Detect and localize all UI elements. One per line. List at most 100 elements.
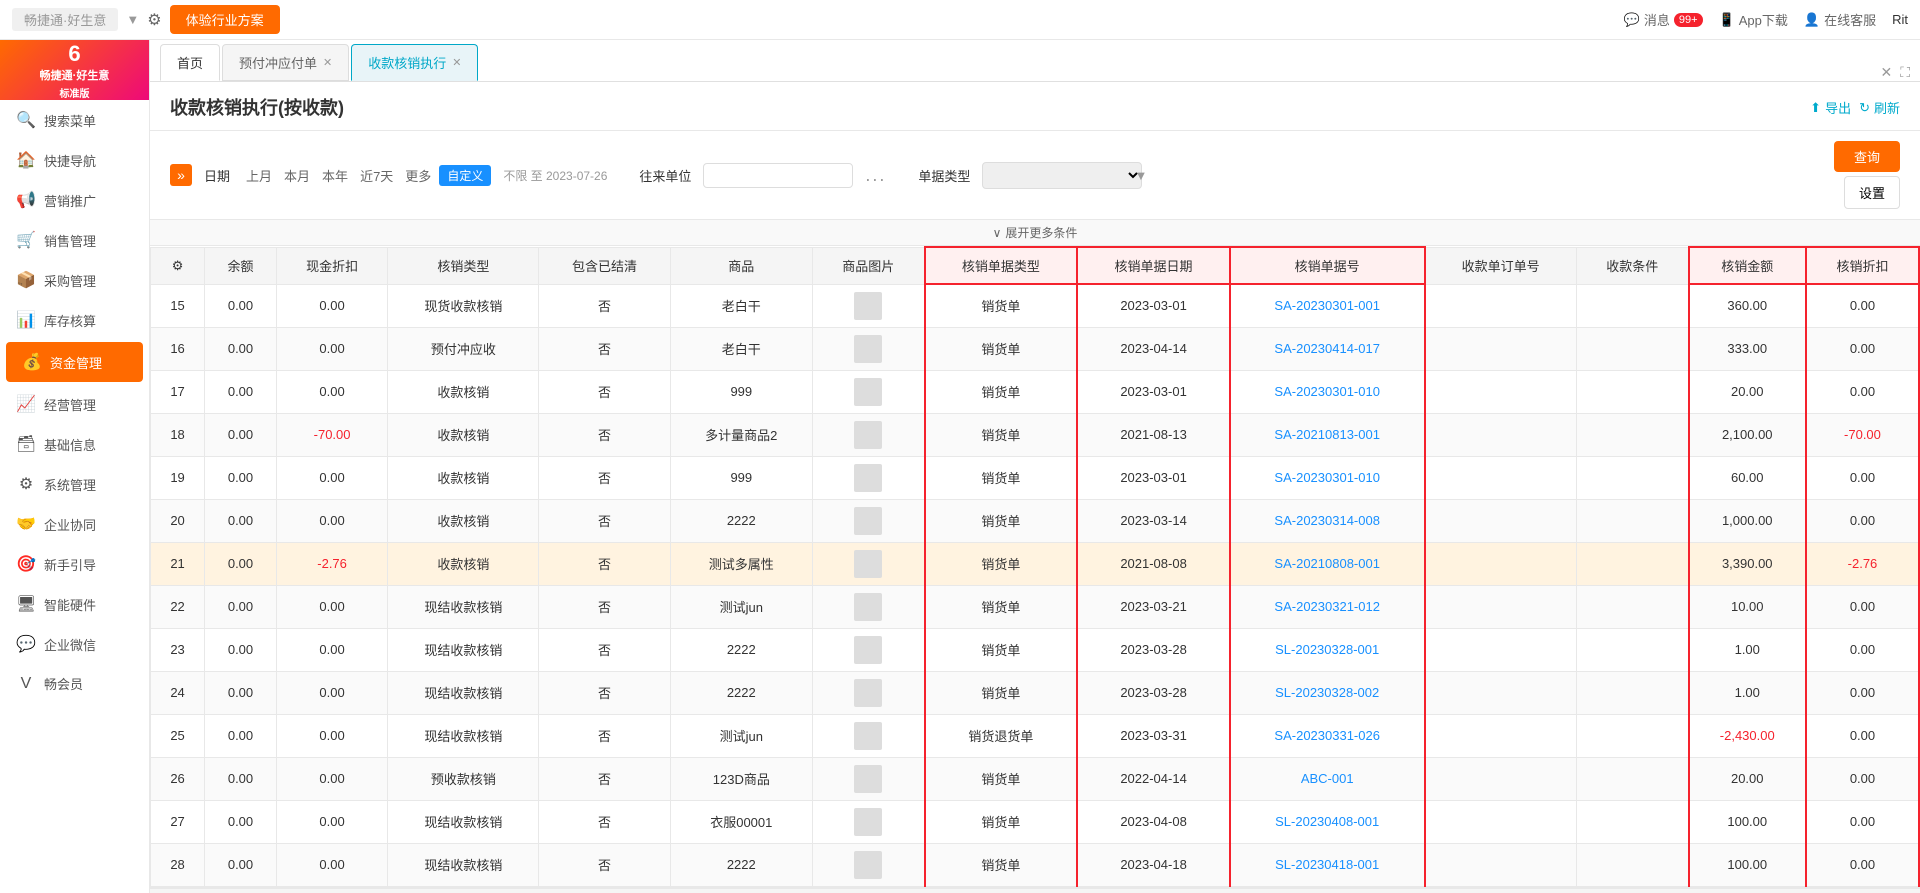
expand-more-btn[interactable]: ∨ 展开更多条件 [993, 224, 1078, 241]
cell-no: 19 [151, 456, 205, 499]
bill-no-link[interactable]: SA-20230321-012 [1274, 599, 1380, 614]
col-gear[interactable]: ⚙ [151, 247, 205, 284]
cell-include-settled: 否 [539, 413, 670, 456]
page-header: 收款核销执行(按收款) ⬆ 导出 ↻ 刷新 [150, 82, 1920, 131]
sidebar-item-marketing[interactable]: 📢 营销推广 [0, 180, 149, 220]
dropdown-icon[interactable]: ▼ [126, 12, 139, 27]
sidebar-label-coop: 企业协同 [44, 515, 96, 534]
sidebar-item-sales[interactable]: 🛒 销售管理 [0, 220, 149, 260]
sidebar-item-vip[interactable]: V 畅会员 [0, 664, 149, 703]
sidebar-item-finance[interactable]: 💰 资金管理 [6, 342, 143, 382]
cell-balance: 0.00 [205, 800, 277, 843]
cell-cash-discount: 0.00 [276, 499, 387, 542]
online-service-btn[interactable]: 👤 在线客服 [1804, 10, 1876, 29]
cell-receipt-cond [1576, 843, 1688, 886]
cell-include-settled: 否 [539, 843, 670, 886]
export-btn[interactable]: ⬆ 导出 [1810, 98, 1851, 117]
bill-no-link[interactable]: SA-20230301-010 [1274, 384, 1380, 399]
bill-no-link[interactable]: SA-20230414-017 [1274, 341, 1380, 356]
cell-bill-date: 2022-04-14 [1077, 757, 1230, 800]
bill-no-link[interactable]: SA-20230331-026 [1274, 728, 1380, 743]
cell-bill-date: 2023-04-14 [1077, 327, 1230, 370]
sidebar-item-system[interactable]: ⚙ 系统管理 [0, 464, 149, 504]
tab-receipt[interactable]: 收款核销执行 ✕ [351, 44, 478, 81]
bill-no-link[interactable]: ABC-001 [1301, 771, 1354, 786]
bill-type-select[interactable] [982, 162, 1142, 189]
date-btn-more[interactable]: 更多 [401, 164, 435, 187]
bill-no-link[interactable]: SL-20230418-001 [1275, 857, 1379, 872]
cell-goods-img [812, 284, 924, 327]
sidebar-item-inventory[interactable]: 📊 库存核算 [0, 300, 149, 340]
tab-prepay-close[interactable]: ✕ [323, 56, 332, 69]
col-receipt-cond: 收款条件 [1576, 247, 1688, 284]
date-btn-this-year[interactable]: 本年 [318, 164, 352, 187]
cell-goods-img [812, 671, 924, 714]
bill-no-link[interactable]: SA-20210808-001 [1274, 556, 1380, 571]
cell-no: 21 [151, 542, 205, 585]
cell-receipt-order [1425, 628, 1577, 671]
col-verify-amount: 核销金额 [1689, 247, 1806, 284]
tab-prepay[interactable]: 预付冲应付单 ✕ [222, 44, 349, 81]
date-btn-this-month[interactable]: 本月 [280, 164, 314, 187]
table-row: 21 0.00 -2.76 收款核销 否 测试多属性 销货单 2021-08-0… [151, 542, 1920, 585]
cell-verify-amount: 10.00 [1689, 585, 1806, 628]
settings-icon[interactable]: ⚙ [147, 10, 161, 30]
cell-receipt-order [1425, 585, 1577, 628]
sidebar-item-nav[interactable]: 🏠 快捷导航 [0, 140, 149, 180]
page-title: 收款核销执行(按收款) [170, 94, 344, 120]
bill-no-link[interactable]: SA-20230314-008 [1274, 513, 1380, 528]
sidebar-item-purchase[interactable]: 📦 采购管理 [0, 260, 149, 300]
table-container[interactable]: ⚙ 余额 现金折扣 核销类型 包含已结清 商品 商品图片 核销单据类型 核销单据… [150, 246, 1920, 893]
bill-no-link[interactable]: SA-20230301-001 [1274, 298, 1380, 313]
cell-balance: 0.00 [205, 628, 277, 671]
cell-cash-discount: 0.00 [276, 628, 387, 671]
table-row: 22 0.00 0.00 现结收款核销 否 测试jun 销货单 2023-03-… [151, 585, 1920, 628]
bill-no-link[interactable]: SA-20230301-010 [1274, 470, 1380, 485]
bill-no-link[interactable]: SA-20210813-001 [1274, 427, 1380, 442]
table-row: 20 0.00 0.00 收款核销 否 2222 销货单 2023-03-14 … [151, 499, 1920, 542]
sidebar-item-wechat[interactable]: 💬 企业微信 [0, 624, 149, 664]
cell-verify-amount: 1,000.00 [1689, 499, 1806, 542]
app-title: 畅捷通·好生意 [12, 8, 118, 31]
sidebar-item-guide[interactable]: 🎯 新手引导 [0, 544, 149, 584]
cell-goods: 老白干 [670, 327, 812, 370]
refresh-btn[interactable]: ↻ 刷新 [1859, 98, 1900, 117]
col-verify-discount: 核销折扣 [1806, 247, 1919, 284]
tab-close-all-icon[interactable]: ✕ [1880, 64, 1892, 81]
bill-no-link[interactable]: SL-20230408-001 [1275, 814, 1379, 829]
date-btn-last-month[interactable]: 上月 [242, 164, 276, 187]
bill-no-link[interactable]: SL-20230328-001 [1275, 642, 1379, 657]
cell-include-settled: 否 [539, 499, 670, 542]
cell-bill-type: 销货单 [925, 370, 1078, 413]
tab-home[interactable]: 首页 [160, 44, 220, 81]
cell-verify-amount: 100.00 [1689, 800, 1806, 843]
date-custom-btn[interactable]: 自定义 [439, 165, 491, 186]
message-badge: 99+ [1674, 13, 1703, 27]
table-row: 17 0.00 0.00 收款核销 否 999 销货单 2023-03-01 S… [151, 370, 1920, 413]
industry-btn[interactable]: 体验行业方案 [170, 5, 280, 34]
sidebar-label-nav: 快捷导航 [44, 151, 96, 170]
setting-btn[interactable]: 设置 [1844, 176, 1900, 209]
bill-no-link[interactable]: SL-20230328-002 [1275, 685, 1379, 700]
date-btn-7days[interactable]: 近7天 [356, 164, 397, 187]
query-btn[interactable]: 查询 [1834, 141, 1900, 172]
filter-expand-btn[interactable]: » [170, 164, 192, 186]
tab-expand-icon[interactable]: ⛶ [1900, 64, 1910, 81]
sidebar-item-coop[interactable]: 🤝 企业协同 [0, 504, 149, 544]
sidebar-logo: 6 畅捷通·好生意 标准版 [0, 40, 149, 100]
sidebar-item-search[interactable]: 🔍 搜索菜单 [0, 100, 149, 140]
tab-receipt-close[interactable]: ✕ [452, 56, 461, 69]
top-bar: 畅捷通·好生意 ▼ ⚙ 体验行业方案 💬 消息 99+ 📱 App下载 👤 在线… [0, 0, 1920, 40]
cell-no: 25 [151, 714, 205, 757]
app-download-btn[interactable]: 📱 App下载 [1719, 10, 1788, 29]
sidebar-item-base[interactable]: 🗃 基础信息 [0, 424, 149, 464]
cell-goods-img [812, 542, 924, 585]
sidebar-item-hardware[interactable]: 🖥 智能硬件 [0, 584, 149, 624]
message-btn[interactable]: 💬 消息 99+ [1624, 10, 1703, 29]
sidebar-item-operation[interactable]: 📈 经营管理 [0, 384, 149, 424]
table-row: 28 0.00 0.00 现结收款核销 否 2222 销货单 2023-04-1… [151, 843, 1920, 886]
cell-verify-discount: 0.00 [1806, 370, 1919, 413]
table-row: 16 0.00 0.00 预付冲应收 否 老白干 销货单 2023-04-14 … [151, 327, 1920, 370]
partner-input[interactable] [703, 163, 853, 188]
app-icon: 📱 [1719, 12, 1735, 28]
